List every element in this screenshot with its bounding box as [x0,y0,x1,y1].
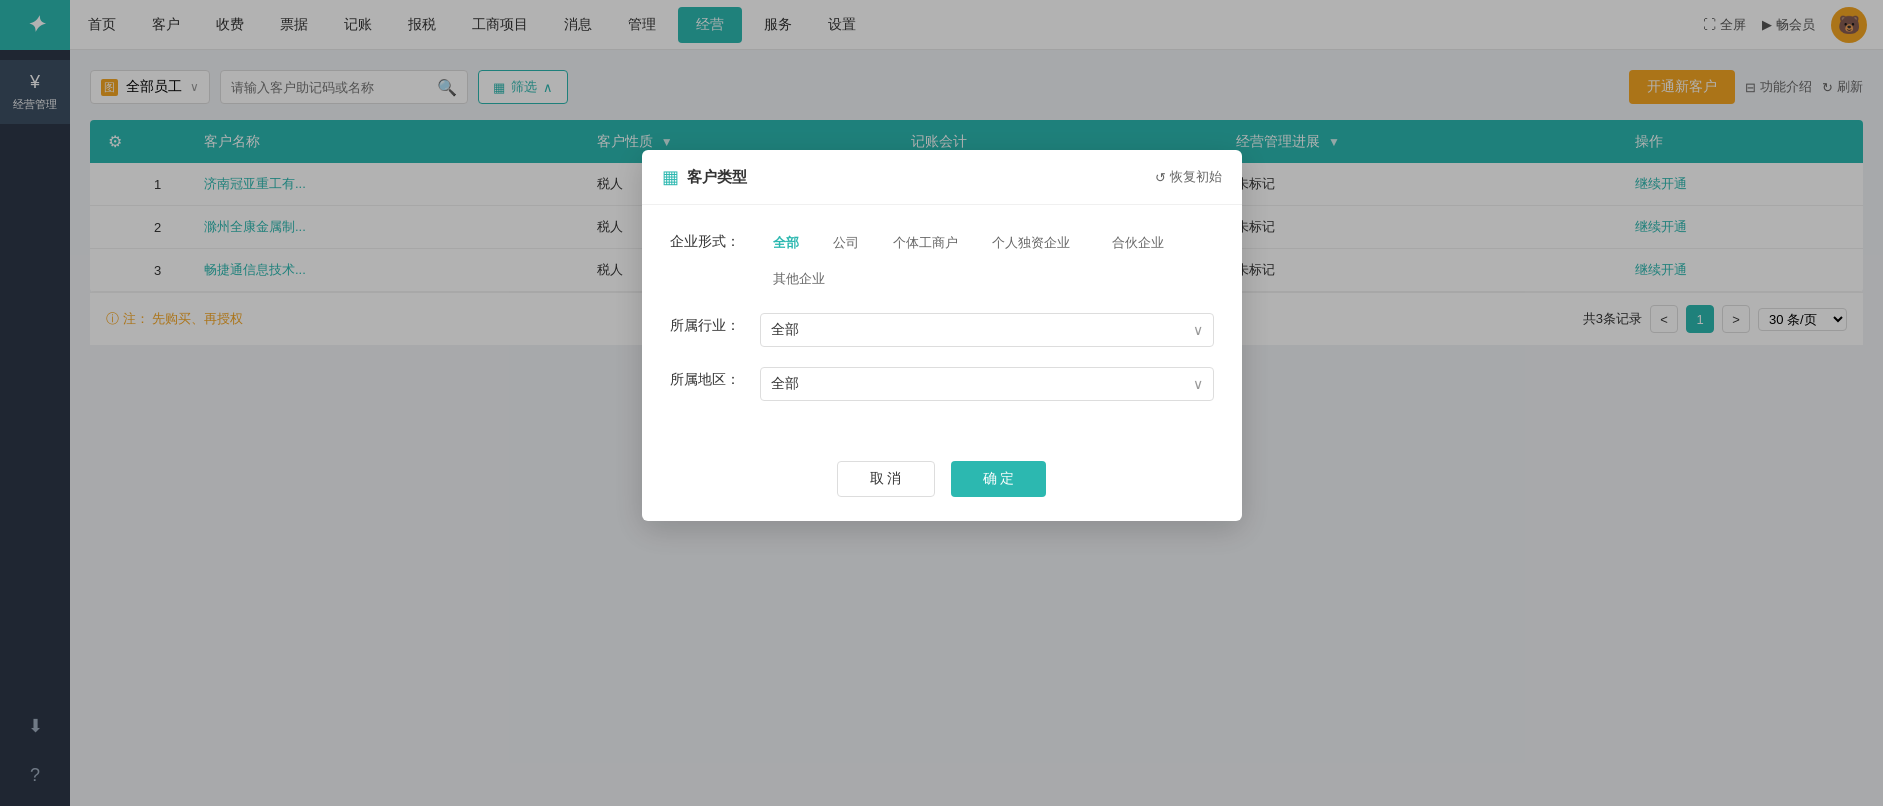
reset-icon: ↺ [1155,170,1166,185]
industry-label: 所属行业： [670,313,760,335]
industry-form-row: 所属行业： 全部 ∨ [670,313,1214,347]
region-label: 所属地区： [670,367,760,389]
enterprise-form-row: 企业形式： 全部 公司 个体工商户 个人独资企业 合伙企业 其他企业 [670,229,1214,293]
modal-footer: 取 消 确 定 [642,445,1242,521]
enterprise-form-label: 企业形式： [670,229,760,251]
modal-title-icon: ▦ [662,166,679,188]
modal-header: ▦ 客户类型 ↺ 恢复初始 [642,150,1242,205]
modal-body: 企业形式： 全部 公司 个体工商户 个人独资企业 合伙企业 其他企业 所属行业：… [642,205,1242,445]
modal-overlay[interactable]: ▦ 客户类型 ↺ 恢复初始 企业形式： 全部 公司 个体工商户 个人独资企业 合… [0,0,1883,806]
confirm-button[interactable]: 确 定 [951,461,1047,497]
region-select[interactable]: 全部 ∨ [760,367,1214,401]
cancel-button[interactable]: 取 消 [837,461,935,497]
enterprise-form-content: 全部 公司 个体工商户 个人独资企业 合伙企业 其他企业 [760,229,1214,293]
enterprise-type-sole[interactable]: 个人独资企业 [979,229,1083,257]
region-form-row: 所属地区： 全部 ∨ [670,367,1214,401]
filter-modal: ▦ 客户类型 ↺ 恢复初始 企业形式： 全部 公司 个体工商户 个人独资企业 合… [642,150,1242,521]
region-select-wrap: 全部 ∨ [760,367,1214,401]
industry-select-wrap: 全部 ∨ [760,313,1214,347]
enterprise-type-individual[interactable]: 个体工商户 [880,229,971,257]
modal-title: 客户类型 [687,168,747,187]
enterprise-type-other[interactable]: 其他企业 [760,265,838,293]
industry-select-value: 全部 [771,321,799,339]
enterprise-type-partnership[interactable]: 合伙企业 [1099,229,1177,257]
industry-select-arrow-icon: ∨ [1193,322,1203,338]
modal-reset-button[interactable]: ↺ 恢复初始 [1155,168,1222,186]
region-select-value: 全部 [771,375,799,393]
enterprise-type-company[interactable]: 公司 [820,229,872,257]
region-select-arrow-icon: ∨ [1193,376,1203,392]
reset-label: 恢复初始 [1170,168,1222,186]
modal-title-area: ▦ 客户类型 [662,166,747,188]
industry-select[interactable]: 全部 ∨ [760,313,1214,347]
enterprise-type-all[interactable]: 全部 [760,229,812,257]
